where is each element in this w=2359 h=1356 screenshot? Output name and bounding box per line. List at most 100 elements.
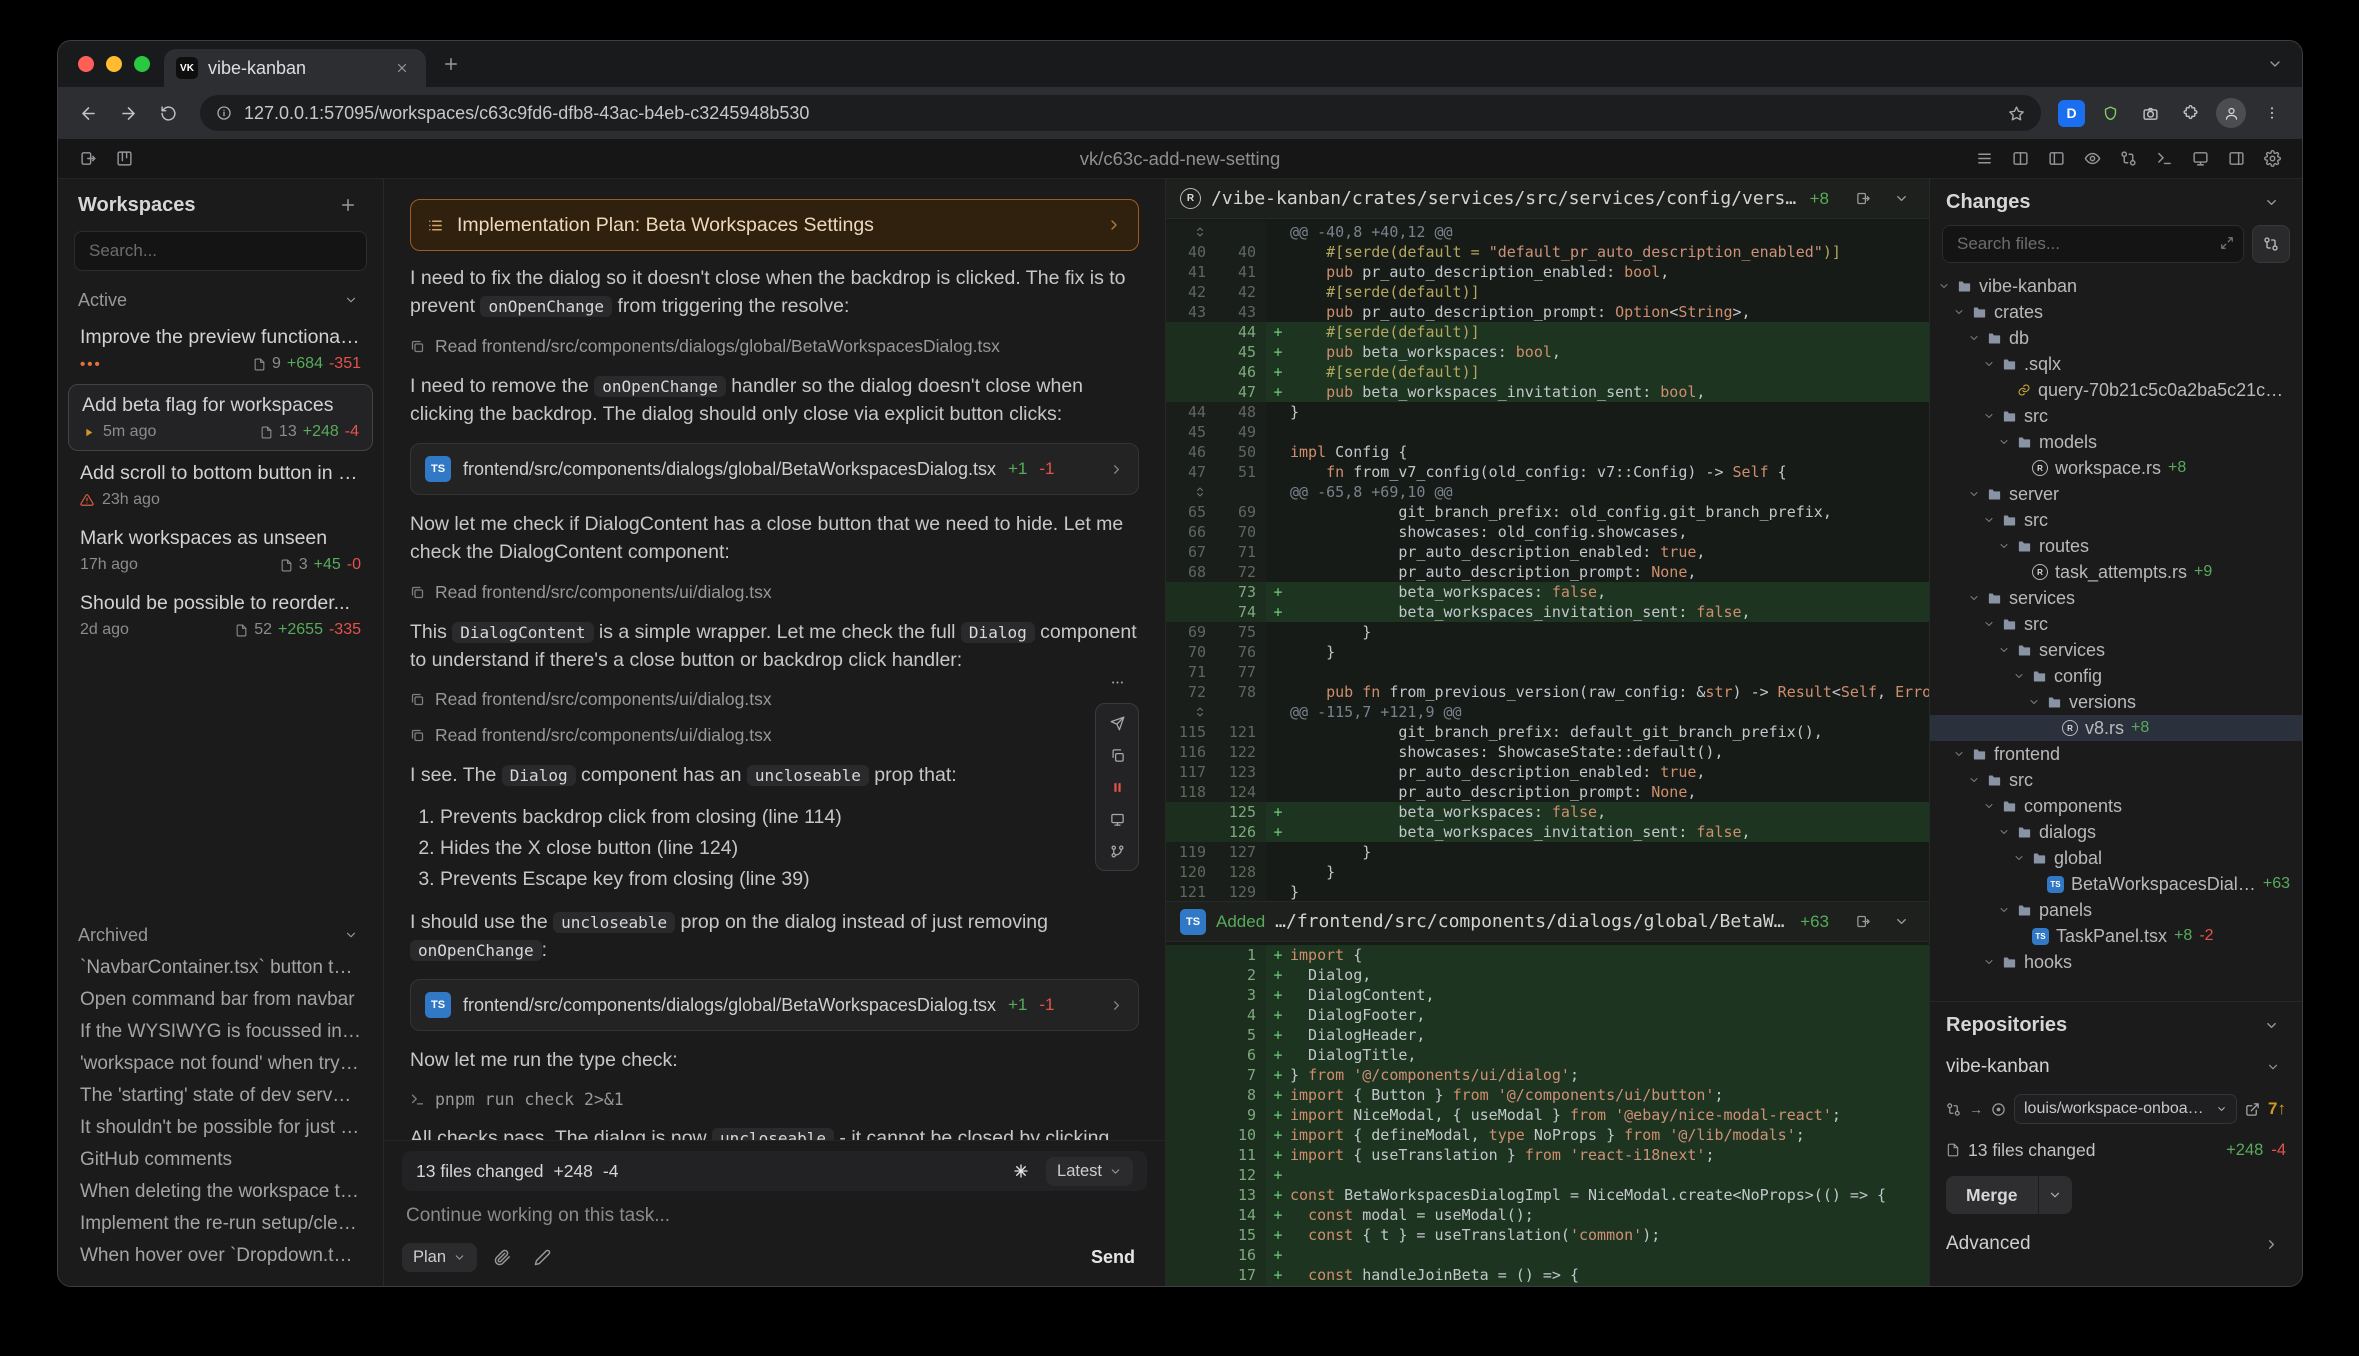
- tree-file-row[interactable]: TS TaskPanel.tsx +8 -2: [1930, 923, 2302, 949]
- archived-workspace-item[interactable]: Implement the re-run setup/cleanu...: [58, 1208, 383, 1240]
- open-branch-button[interactable]: [2245, 1102, 2260, 1117]
- archived-workspace-item[interactable]: GitHub comments: [58, 1144, 383, 1176]
- archived-workspace-item[interactable]: `NavbarContainer.tsx` button to g...: [58, 952, 383, 984]
- collapse-diff-button[interactable]: [1887, 909, 1915, 935]
- expand-search-button[interactable]: [2220, 236, 2234, 250]
- more-actions-button[interactable]: [1100, 667, 1134, 697]
- mode-dropdown[interactable]: Plan: [402, 1243, 478, 1272]
- tool-call-row[interactable]: Read frontend/src/components/ui/dialog.t…: [410, 689, 1139, 710]
- extensions-button[interactable]: [2172, 95, 2208, 131]
- tab-close-button[interactable]: [390, 56, 414, 80]
- implementation-plan-banner[interactable]: Implementation Plan: Beta Workspaces Set…: [410, 199, 1139, 251]
- merge-button[interactable]: Merge: [1946, 1176, 2038, 1214]
- layout-columns-button[interactable]: [2004, 145, 2036, 173]
- open-in-ide-button[interactable]: [72, 145, 104, 173]
- archived-workspace-item[interactable]: When hover over `Dropdown.tsx` i...: [58, 1240, 383, 1272]
- board-view-button[interactable]: [108, 145, 140, 173]
- preview-button[interactable]: [2076, 145, 2108, 173]
- extension-d-button[interactable]: D: [2058, 99, 2085, 127]
- toggle-right-panel-button[interactable]: [2220, 145, 2252, 173]
- open-preview-button[interactable]: [1100, 804, 1134, 834]
- workspace-item[interactable]: Mark workspaces as unseen 17h ago 3 +45 -0: [58, 518, 383, 583]
- tree-folder-row[interactable]: services: [1930, 637, 2302, 663]
- git-actions-button[interactable]: [2112, 145, 2144, 173]
- files-changed-bar[interactable]: 13 files changed +248 -4 Latest: [402, 1151, 1147, 1191]
- new-tab-button[interactable]: [436, 50, 466, 78]
- forward-button[interactable]: [110, 95, 146, 131]
- diff-view-toggle-button[interactable]: [2252, 225, 2290, 263]
- browser-tab[interactable]: VK vibe-kanban: [164, 49, 426, 87]
- attach-button[interactable]: [487, 1244, 517, 1272]
- diff-hunk-header[interactable]: @@ -40,8 +40,12 @@: [1166, 222, 1929, 242]
- tree-folder-row[interactable]: crates: [1930, 299, 2302, 325]
- tree-file-row[interactable]: Rtask_attempts.rs +9: [1930, 559, 2302, 585]
- diff-hunk-header[interactable]: @@ -65,8 +69,10 @@: [1166, 482, 1929, 502]
- diff-hunk-header[interactable]: @@ -115,7 +121,9 @@: [1166, 702, 1929, 722]
- send-button[interactable]: Send: [1079, 1241, 1147, 1274]
- archived-workspace-item[interactable]: If the WYSIWYG is focussed in `Cre...: [58, 1016, 383, 1048]
- workspace-item[interactable]: Add beta flag for workspaces 5m ago 13 +248…: [68, 384, 373, 451]
- branch-selector[interactable]: louis/workspace-onboarding: [2014, 1094, 2238, 1124]
- layout-rows-button[interactable]: [1968, 145, 2000, 173]
- terminal-button[interactable]: [2148, 145, 2180, 173]
- tree-folder-row[interactable]: components: [1930, 793, 2302, 819]
- archived-workspace-item[interactable]: 'workspace not found' when trying ...: [58, 1048, 383, 1080]
- advanced-row[interactable]: Advanced: [1930, 1222, 2302, 1266]
- bookmark-button[interactable]: [2008, 105, 2025, 122]
- tree-folder-row[interactable]: vibe-kanban: [1930, 273, 2302, 299]
- tree-folder-row[interactable]: panels: [1930, 897, 2302, 923]
- add-workspace-button[interactable]: [333, 191, 363, 219]
- workspace-item[interactable]: Should be possible to reorder... 2d ago 52…: [58, 583, 383, 648]
- tree-folder-row[interactable]: src: [1930, 611, 2302, 637]
- browser-menu-button[interactable]: [2254, 95, 2290, 131]
- version-dropdown[interactable]: Latest: [1046, 1156, 1133, 1186]
- tree-folder-row[interactable]: dialogs: [1930, 819, 2302, 845]
- repositories-collapse-button[interactable]: [2256, 1011, 2286, 1039]
- maximize-window-button[interactable]: [134, 56, 150, 72]
- tool-call-row[interactable]: Read frontend/src/components/ui/dialog.t…: [410, 725, 1139, 746]
- stop-process-button[interactable]: [1100, 772, 1134, 802]
- settings-button[interactable]: [2256, 145, 2288, 173]
- tree-folder-row[interactable]: models: [1930, 429, 2302, 455]
- archived-workspace-item[interactable]: The 'starting' state of dev servers is..…: [58, 1080, 383, 1112]
- site-info-button[interactable]: [216, 105, 232, 121]
- changes-collapse-button[interactable]: [2256, 188, 2286, 216]
- send-to-button[interactable]: [1100, 708, 1134, 738]
- workspaces-search-input[interactable]: [74, 231, 367, 271]
- tree-folder-row[interactable]: db: [1930, 325, 2302, 351]
- camera-extension-button[interactable]: [2132, 95, 2168, 131]
- merge-options-button[interactable]: [2037, 1176, 2072, 1214]
- reload-button[interactable]: [150, 95, 186, 131]
- archived-workspace-item[interactable]: When deleting the workspace that'...: [58, 1176, 383, 1208]
- tree-file-row[interactable]: query-70b21c5c0a2ba5c21c9c1132f14a68: [1930, 377, 2302, 403]
- tree-folder-row[interactable]: config: [1930, 663, 2302, 689]
- tree-folder-row[interactable]: src: [1930, 507, 2302, 533]
- edited-file-card[interactable]: TS frontend/src/components/dialogs/global…: [410, 443, 1139, 496]
- tool-call-row[interactable]: Read frontend/src/components/ui/dialog.t…: [410, 582, 1139, 603]
- tree-file-row[interactable]: Rv8.rs +8: [1930, 715, 2302, 741]
- edit-button[interactable]: [527, 1244, 557, 1272]
- workspace-item[interactable]: Improve the preview functionality: ... ••…: [58, 317, 383, 382]
- repository-row[interactable]: vibe-kanban: [1930, 1048, 2302, 1086]
- tree-folder-row[interactable]: frontend: [1930, 741, 2302, 767]
- open-file-button[interactable]: [1849, 909, 1877, 935]
- tree-folder-row[interactable]: src: [1930, 767, 2302, 793]
- tree-file-row[interactable]: TS BetaWorkspacesDialog.tsx +63: [1930, 871, 2302, 897]
- edited-file-card[interactable]: TS frontend/src/components/dialogs/global…: [410, 979, 1139, 1032]
- diff-header[interactable]: TS Added …/frontend/src/components/dialo…: [1166, 902, 1929, 942]
- tool-call-row[interactable]: pnpm run check 2>&1: [410, 1090, 1139, 1109]
- tree-folder-row[interactable]: services: [1930, 585, 2302, 611]
- tab-search-button[interactable]: [2260, 50, 2290, 78]
- minimize-window-button[interactable]: [106, 56, 122, 72]
- tree-folder-row[interactable]: .sqlx: [1930, 351, 2302, 377]
- collapse-diff-button[interactable]: [1887, 186, 1915, 212]
- tree-folder-row[interactable]: server: [1930, 481, 2302, 507]
- copy-message-button[interactable]: [1100, 740, 1134, 770]
- auto-mode-button[interactable]: [1006, 1157, 1036, 1185]
- back-button[interactable]: [70, 95, 106, 131]
- tree-folder-row[interactable]: src: [1930, 403, 2302, 429]
- message-input[interactable]: Continue working on this task...: [402, 1197, 1147, 1231]
- tree-folder-row[interactable]: global: [1930, 845, 2302, 871]
- shield-extension-button[interactable]: [2092, 95, 2128, 131]
- open-file-button[interactable]: [1849, 186, 1877, 212]
